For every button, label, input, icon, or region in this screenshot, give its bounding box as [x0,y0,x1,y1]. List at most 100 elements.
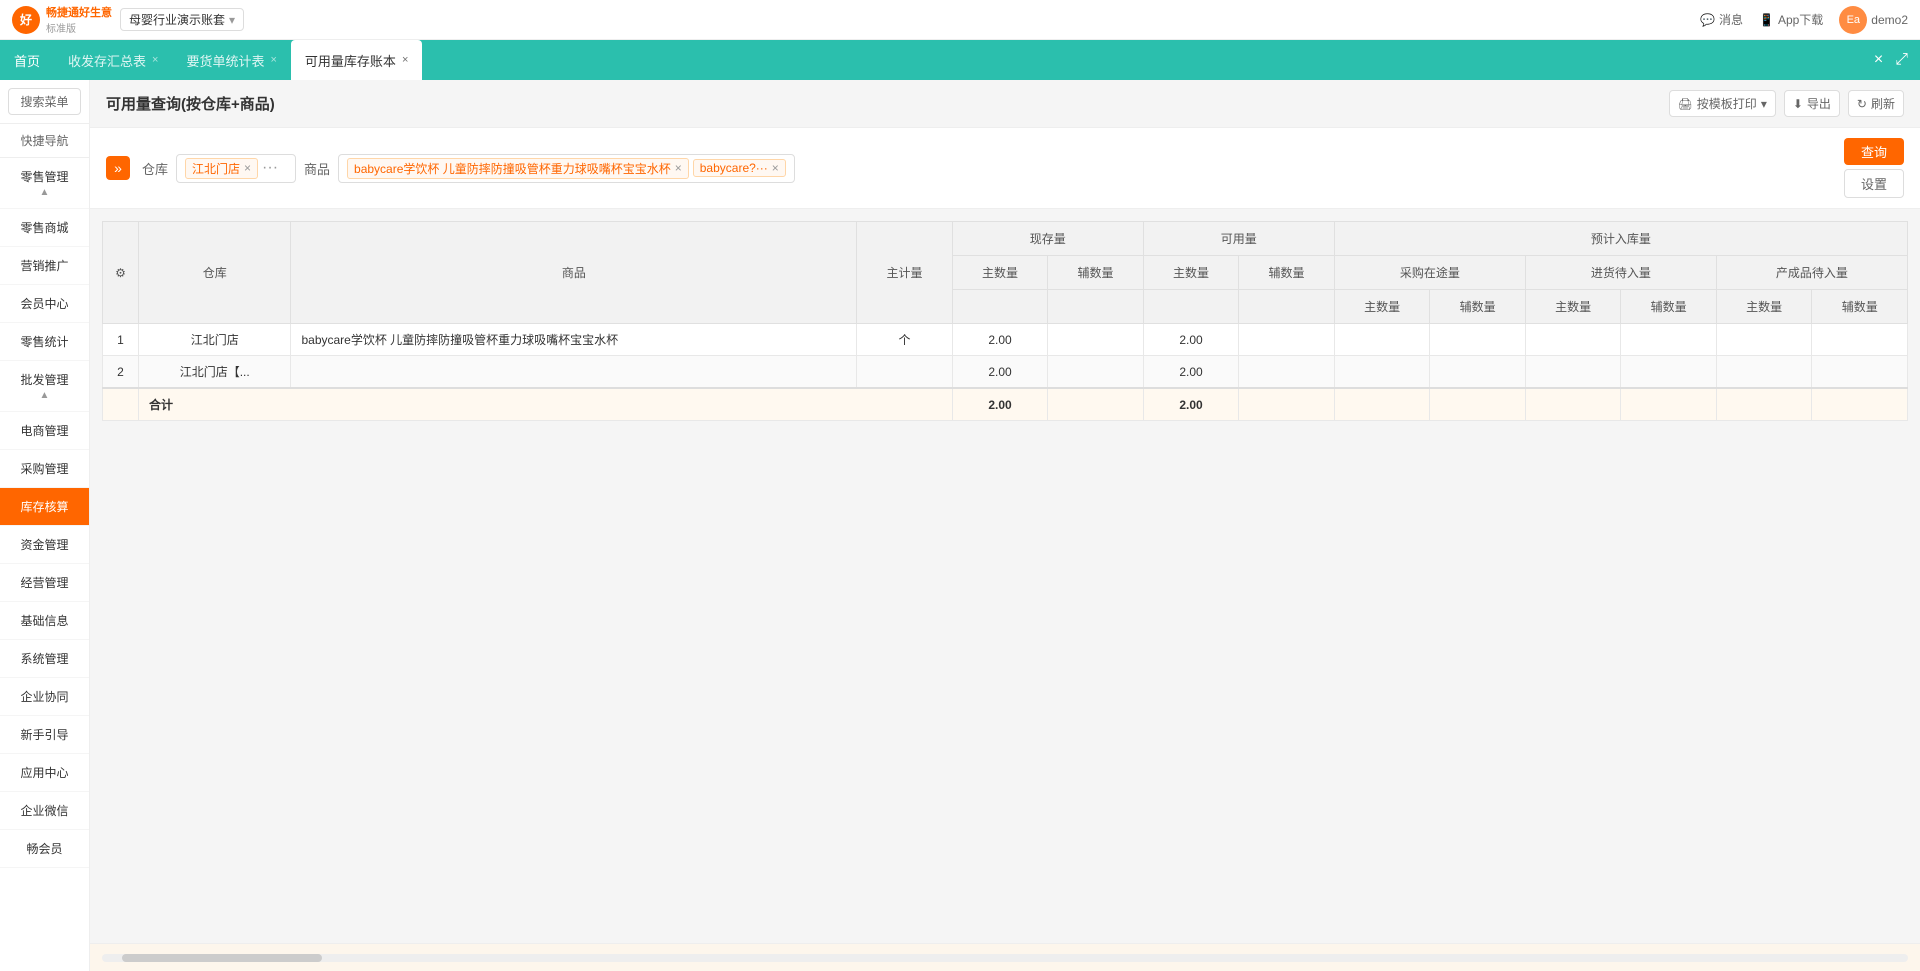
summary-pur-aux [1430,388,1526,421]
search-menu-button[interactable]: 搜索菜单 [8,88,81,115]
remove-product-tag2-icon[interactable]: × [772,161,779,175]
tab-home[interactable]: 首页 [0,40,54,80]
sidebar-item-basic-info[interactable]: 基础信息 [0,602,89,640]
sidebar-item-wholesale-mgmt[interactable]: 批发管理 ▲ [0,361,89,412]
print-button[interactable]: 🖨 按模板打印 ▾ [1669,90,1776,117]
filter-expand-button[interactable]: » [106,156,130,180]
sidebar-item-marketing[interactable]: 营销推广 [0,247,89,285]
close-tab-icon[interactable]: × [152,54,158,66]
table-row: 1 江北门店 babycare学饮杯 儿童防摔防撞吸管杯重力球吸嘴杯宝宝水杯 个… [103,324,1908,356]
cell-pur-main [1334,356,1430,389]
table-container: ⚙ 仓库 商品 主计量 现存量 可用量 预计入库量 主数量 辅数量 主数量 辅数… [90,209,1920,943]
warehouse-tag[interactable]: 江北门店 × [185,158,258,179]
page-header: 可用量查询(按仓库+商品) 🖨 按模板打印 ▾ ⬇ 导出 ↻ 刷新 [90,80,1920,128]
horizontal-scrollbar-thumb[interactable] [122,954,322,962]
sidebar-item-retail-mall[interactable]: 零售商城 [0,209,89,247]
filter-bar: » 仓库 江北门店 × ··· 商品 babycare学饮杯 儿童防摔防撞吸管杯… [90,128,1920,209]
refresh-button[interactable]: ↻ 刷新 [1848,90,1904,117]
th-av-aux [1239,290,1335,324]
tab-available-stock[interactable]: 可用量库存账本 × [291,40,422,80]
query-button[interactable]: 查询 [1844,138,1904,165]
cell-main-unit [857,356,953,389]
cell-index: 1 [103,324,139,356]
th-cs-aux [1048,290,1144,324]
th-inbound-pending: 进货待入量 [1525,256,1716,290]
refresh-icon: ↻ [1857,97,1867,111]
user-profile[interactable]: Ea demo2 [1839,6,1908,34]
logo-icon: 好 [12,6,40,34]
sidebar-item-ops-mgmt[interactable]: 经营管理 [0,564,89,602]
summary-avail-main: 2.00 [1143,388,1239,421]
sidebar-item-finance-mgmt[interactable]: 资金管理 [0,526,89,564]
settings-button[interactable]: 设置 [1844,169,1904,198]
summary-pur-main [1334,388,1430,421]
sidebar-item-inventory-check[interactable]: 库存核算 [0,488,89,526]
summary-fin-aux [1812,388,1908,421]
table-row: 2 江北门店【... 2.00 2.00 [103,356,1908,389]
summary-current-aux [1048,388,1144,421]
th-settings[interactable]: ⚙ [103,222,139,324]
cell-warehouse: 江北门店 [139,324,291,356]
summary-label-cell [103,388,139,421]
sidebar-item-new-guide[interactable]: 新手引导 [0,716,89,754]
top-bar-right: 💬 消息 📱 App下载 Ea demo2 [1700,6,1908,34]
warehouse-more-icon[interactable]: ··· [262,159,278,177]
tab-receive-summary[interactable]: 收发存汇总表 × [54,40,172,80]
expand-icon: ▲ [40,390,50,401]
sidebar-item-enterprise-coop[interactable]: 企业协同 [0,678,89,716]
sidebar-item-enterprise-wechat[interactable]: 企业微信 [0,792,89,830]
close-tab-icon[interactable]: × [270,54,276,66]
sidebar-item-ecommerce-mgmt[interactable]: 电商管理 [0,412,89,450]
cell-inb-aux [1621,324,1717,356]
message-button[interactable]: 💬 消息 [1700,11,1743,28]
expand-icon: ▲ [40,187,50,198]
remove-product-tag1-icon[interactable]: × [675,161,682,175]
remove-warehouse-tag-icon[interactable]: × [244,161,251,175]
content-area: 可用量查询(按仓库+商品) 🖨 按模板打印 ▾ ⬇ 导出 ↻ 刷新 [90,80,1920,971]
export-button[interactable]: ⬇ 导出 [1784,90,1840,117]
cell-avail-aux [1239,356,1335,389]
product-tag-1[interactable]: babycare学饮杯 儿童防摔防撞吸管杯重力球吸嘴杯宝宝水杯 × [347,158,689,179]
th-current-main-qty: 主数量 [952,256,1048,290]
th-avail-aux-qty: 辅数量 [1239,256,1335,290]
th-fin-aux: 辅数量 [1812,290,1908,324]
horizontal-scrollbar-track[interactable] [102,954,1908,962]
product-tag-2[interactable]: babycare?··· × [693,159,786,177]
th-av-main [1143,290,1239,324]
sidebar-item-retail-stats[interactable]: 零售统计 [0,323,89,361]
sidebar-item-app-center[interactable]: 应用中心 [0,754,89,792]
th-pur-aux: 辅数量 [1430,290,1526,324]
th-main-unit: 主计量 [857,222,953,324]
close-all-tabs-button[interactable]: × [1870,47,1887,73]
product-label: 商品 [304,159,330,178]
product-filter-field[interactable]: babycare学饮杯 儿童防摔防撞吸管杯重力球吸嘴杯宝宝水杯 × babyca… [338,154,795,183]
chevron-down-icon: ▾ [229,13,235,27]
th-current-stock: 现存量 [952,222,1143,256]
store-selector[interactable]: 母婴行业演示账套 ▾ [120,8,244,31]
quick-nav-button[interactable]: 快捷导航 [0,124,89,158]
cell-pur-aux [1430,356,1526,389]
app-download-button[interactable]: 📱 App下载 [1759,11,1823,28]
sidebar-item-retail-mgmt[interactable]: 零售管理 ▲ [0,158,89,209]
cell-avail-main: 2.00 [1143,356,1239,389]
tab-order-stats[interactable]: 要货单统计表 × [172,40,290,80]
th-product: 商品 [291,222,857,324]
sidebar-item-member-center[interactable]: 会员中心 [0,285,89,323]
close-tab-icon[interactable]: × [402,54,408,66]
page-title: 可用量查询(按仓库+商品) [106,93,275,114]
cell-fin-aux [1812,356,1908,389]
th-expected-inbound: 预计入库量 [1334,222,1907,256]
fullscreen-button[interactable]: ⤢ [1891,47,1912,73]
sidebar-item-purchase-mgmt[interactable]: 采购管理 [0,450,89,488]
th-finished-pending: 产成品待入量 [1716,256,1907,290]
warehouse-filter-field[interactable]: 江北门店 × ··· [176,154,296,183]
summary-current-main: 2.00 [952,388,1048,421]
cell-pur-aux [1430,324,1526,356]
export-icon: ⬇ [1793,97,1803,111]
summary-inb-main [1525,388,1621,421]
cell-fin-main [1716,356,1812,389]
logo-text: 畅捷通好生意 标准版 [46,4,112,35]
cell-avail-aux [1239,324,1335,356]
sidebar-item-vip-member[interactable]: 畅会员 [0,830,89,868]
sidebar-item-system-mgmt[interactable]: 系统管理 [0,640,89,678]
